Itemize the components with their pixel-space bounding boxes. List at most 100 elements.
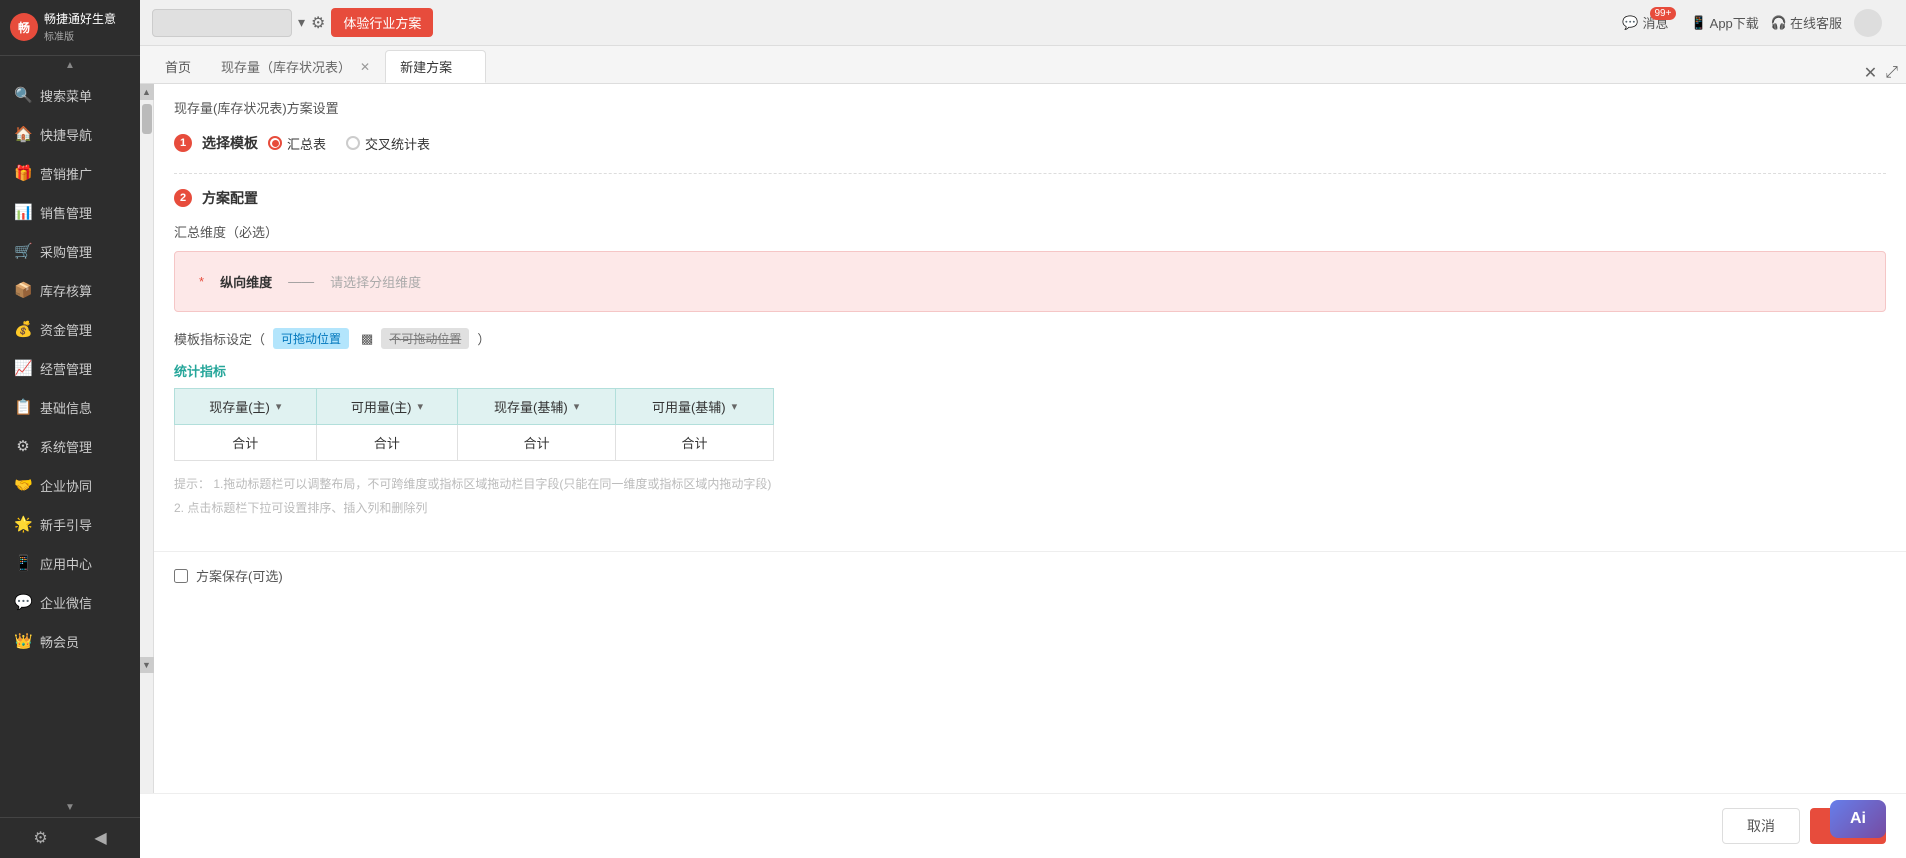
- sidebar-item-label: 资金管理: [40, 320, 92, 339]
- tip-item-2: 2. 点击标题栏下拉可设置排序、插入列和删除列: [174, 499, 1886, 517]
- content-inner: 现存量(库存状况表)方案设置 1 选择模板 汇总表: [154, 84, 1906, 551]
- col1-label: 现存量(主): [209, 397, 270, 416]
- sidebar-scroll-up[interactable]: ▲: [0, 56, 140, 76]
- sidebar-item-operations[interactable]: 📈 经营管理: [0, 349, 140, 388]
- phone-icon: 📱: [1690, 15, 1706, 31]
- corp-icon: 🤝: [14, 476, 32, 494]
- template-radio-group: 汇总表 交叉统计表: [268, 134, 430, 153]
- sidebar-item-quick-nav[interactable]: 🏠 快捷导航: [0, 115, 140, 154]
- sidebar-nav: 🔍 搜索菜单 🏠 快捷导航 🎁 营销推广 📊 销售管理 🛒 采购管理 📦 库存核…: [0, 76, 140, 797]
- settings-footer-icon[interactable]: ⚙: [33, 828, 47, 848]
- sidebar-item-inventory[interactable]: 📦 库存核算: [0, 271, 140, 310]
- scroll-down-btn[interactable]: ▼: [140, 657, 154, 673]
- message-btn[interactable]: 💬 消息 99+: [1622, 13, 1668, 32]
- sidebar-item-label: 搜索菜单: [40, 86, 92, 105]
- sidebar-item-label: 基础信息: [40, 398, 92, 417]
- tip-item-1: 提示： 1.拖动标题栏可以调整布局，不可跨维度或指标区域拖动栏目字段(只能在同一…: [174, 475, 1886, 493]
- main-area: ▾ ⚙ 体验行业方案 💬 消息 99+ 📱 App下载 🎧 在线客服 首页: [140, 0, 1906, 858]
- tab-inventory-status[interactable]: 现存量（库存状况表） ✕: [206, 50, 385, 83]
- quick-nav-icon: 🏠: [14, 125, 32, 143]
- col2-header[interactable]: 可用量(主) ▾: [316, 389, 458, 425]
- radio-cross-circle: [346, 136, 360, 150]
- col2-chevron[interactable]: ▾: [417, 400, 423, 413]
- col4-chevron[interactable]: ▾: [732, 400, 738, 413]
- search-dropdown-btn[interactable]: ▾: [298, 14, 305, 31]
- col1-cell: 合计: [175, 425, 317, 461]
- dimension-dash: ——: [288, 274, 314, 289]
- col1-chevron[interactable]: ▾: [276, 400, 282, 413]
- cancel-button[interactable]: 取消: [1722, 808, 1800, 844]
- tab-new-plan-close[interactable]: ✕: [461, 60, 471, 74]
- app-name: 畅捷通好生意: [44, 12, 116, 28]
- page-content: 现存量(库存状况表)方案设置 1 选择模板 汇总表: [154, 84, 1906, 793]
- sidebar-item-search[interactable]: 🔍 搜索菜单: [0, 76, 140, 115]
- tab-new-plan[interactable]: 新建方案 ✕: [385, 50, 486, 83]
- sidebar-item-wechat[interactable]: 💬 企业微信: [0, 583, 140, 622]
- sidebar-item-marketing[interactable]: 🎁 营销推广: [0, 154, 140, 193]
- industry-btn[interactable]: 体验行业方案: [331, 8, 433, 37]
- tips-section: 提示： 1.拖动标题栏可以调整布局，不可跨维度或指标区域拖动栏目字段(只能在同一…: [174, 475, 1886, 517]
- dimension-box: * 纵向维度 —— 请选择分组维度: [174, 251, 1886, 312]
- page-title: 现存量(库存状况表)方案设置: [174, 98, 1886, 117]
- indicator-label-sep: ▩: [361, 331, 373, 347]
- sidebar: 畅 畅捷通好生意 标准版 ▲ 🔍 搜索菜单 🏠 快捷导航 🎁 营销推广 📊 销售…: [0, 0, 140, 858]
- radio-cross[interactable]: 交叉统计表: [346, 134, 430, 153]
- sidebar-item-guide[interactable]: 🌟 新手引导: [0, 505, 140, 544]
- sidebar-item-finance[interactable]: 💰 资金管理: [0, 310, 140, 349]
- tab-new-plan-label: 新建方案: [400, 57, 452, 76]
- gear-icon[interactable]: ⚙: [311, 13, 325, 33]
- sidebar-footer: ⚙ ◀: [0, 817, 140, 858]
- tab-expand-btn[interactable]: ⤢: [1885, 64, 1898, 82]
- online-service-btn[interactable]: 🎧 在线客服: [1771, 13, 1842, 32]
- scroll-up-btn[interactable]: ▲: [140, 84, 154, 100]
- service-label: 在线客服: [1790, 13, 1842, 32]
- sidebar-item-label: 应用中心: [40, 554, 92, 573]
- scroll-thumb[interactable]: [142, 104, 152, 134]
- indicator-settings-label: 模板指标设定（ 可拖动位置 ▩ 不可拖动位置 ）: [174, 328, 1886, 349]
- app-center-icon: 📱: [14, 554, 32, 572]
- tab-home-label: 首页: [165, 57, 191, 76]
- operations-icon: 📈: [14, 359, 32, 377]
- sidebar-item-label: 采购管理: [40, 242, 92, 261]
- col3-cell: 合计: [458, 425, 616, 461]
- tab-close-all-btn[interactable]: ✕: [1864, 63, 1877, 83]
- sidebar-item-label: 库存核算: [40, 281, 92, 300]
- sidebar-item-member[interactable]: 👑 畅会员: [0, 622, 140, 661]
- sidebar-item-purchase[interactable]: 🛒 采购管理: [0, 232, 140, 271]
- tabbar-actions: ✕ ⤢: [1864, 63, 1906, 83]
- ai-button[interactable]: Ai: [1830, 800, 1886, 838]
- tab-home[interactable]: 首页: [150, 50, 206, 83]
- stats-section-label: 统计指标: [174, 361, 1886, 380]
- step1-section: 1 选择模板 汇总表 交叉统计表: [174, 133, 1886, 153]
- collapse-sidebar-icon[interactable]: ◀: [94, 828, 106, 848]
- app-download-btn[interactable]: 📱 App下载: [1690, 13, 1758, 32]
- tab-inventory-close[interactable]: ✕: [360, 60, 370, 74]
- radio-summary[interactable]: 汇总表: [268, 134, 326, 153]
- col3-chevron[interactable]: ▾: [574, 400, 580, 413]
- sidebar-item-sales[interactable]: 📊 销售管理: [0, 193, 140, 232]
- scroll-track-left: ▲ ▼: [140, 84, 154, 793]
- search-input[interactable]: [152, 9, 292, 37]
- app-sub: 标准版: [44, 28, 116, 43]
- col4-cell: 合计: [616, 425, 774, 461]
- save-checkbox[interactable]: [174, 569, 188, 583]
- sidebar-scroll-down[interactable]: ▼: [0, 797, 140, 817]
- marketing-icon: 🎁: [14, 164, 32, 182]
- sidebar-item-corp[interactable]: 🤝 企业协同: [0, 466, 140, 505]
- step2-badge: 2: [174, 189, 192, 207]
- dimension-select[interactable]: 请选择分组维度: [330, 272, 421, 291]
- sidebar-item-system[interactable]: ⚙ 系统管理: [0, 427, 140, 466]
- stats-table: 现存量(主) ▾ 可用量(主) ▾: [174, 388, 774, 461]
- table-row: 合计 合计 合计 合计: [175, 425, 774, 461]
- topbar-left: ▾ ⚙ 体验行业方案: [152, 8, 1614, 37]
- col3-header[interactable]: 现存量(基辅) ▾: [458, 389, 616, 425]
- sidebar-item-app-center[interactable]: 📱 应用中心: [0, 544, 140, 583]
- logo-icon: 畅: [10, 13, 38, 41]
- col4-header[interactable]: 可用量(基辅) ▾: [616, 389, 774, 425]
- sales-icon: 📊: [14, 203, 32, 221]
- col1-header[interactable]: 现存量(主) ▾: [175, 389, 317, 425]
- sidebar-item-basic-info[interactable]: 📋 基础信息: [0, 388, 140, 427]
- app-logo: 畅 畅捷通好生意 标准版: [0, 0, 140, 56]
- inventory-icon: 📦: [14, 281, 32, 299]
- search-icon: 🔍: [14, 86, 32, 104]
